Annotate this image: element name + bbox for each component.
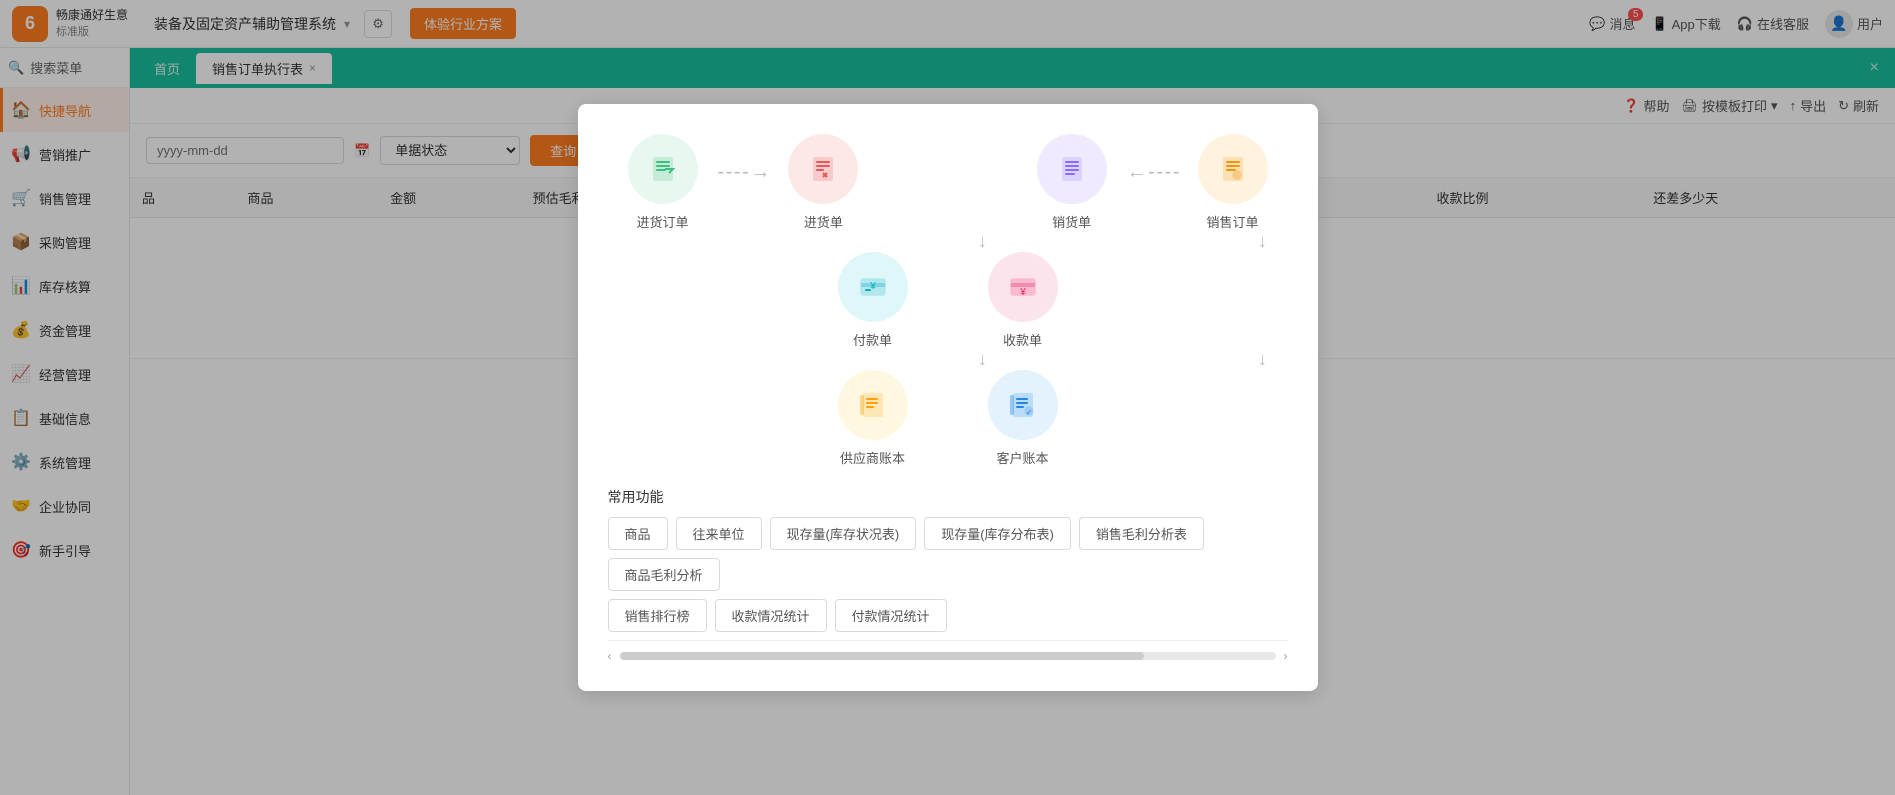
supplier-ledger-circle <box>838 370 908 440</box>
customer-ledger-label: 客户账本 <box>996 448 1048 467</box>
arrow-right-1: - - - - → <box>718 161 769 184</box>
flow-modal: 进货订单 - - - - → <box>578 104 1318 691</box>
sales-bill-circle <box>1037 134 1107 204</box>
scroll-left-arrow[interactable]: ‹ <box>608 649 612 663</box>
sales-bill-label: 销货单 <box>1052 212 1091 231</box>
modal-overlay[interactable]: 进货订单 - - - - → <box>0 0 1895 795</box>
flow-diagram: 进货订单 - - - - → <box>608 134 1288 467</box>
func-btn-sales-profit[interactable]: 销售毛利分析表 <box>1079 517 1204 550</box>
scrollbar-thumb <box>620 652 1145 660</box>
purchase-bill-label: 进货单 <box>804 212 843 231</box>
sales-order-circle <box>1198 134 1268 204</box>
flow-item-supplier-ledger[interactable]: 供应商账本 <box>838 370 908 467</box>
func-btn-sales-rank[interactable]: 销售排行榜 <box>608 599 707 632</box>
sales-order-label: 销售订单 <box>1206 212 1258 231</box>
modal-body: 进货订单 - - - - → <box>578 104 1318 691</box>
func-btn-product-profit[interactable]: 商品毛利分析 <box>608 558 720 591</box>
common-functions: 常用功能 商品 往来单位 现存量(库存状况表) 现存量(库存分布表) 销售毛利分… <box>608 487 1288 632</box>
svg-text:¥: ¥ <box>869 281 876 292</box>
func-grid: 商品 往来单位 现存量(库存状况表) 现存量(库存分布表) 销售毛利分析表 商品… <box>608 517 1288 591</box>
payment-circle: ¥ <box>838 252 908 322</box>
flow-item-payment[interactable]: ¥ 付款单 <box>838 252 908 349</box>
arrow-left-1: ← - - - - <box>1127 161 1178 184</box>
common-title: 常用功能 <box>608 487 1288 507</box>
func-grid-2: 销售排行榜 收款情况统计 付款情况统计 <box>608 599 1288 632</box>
flow-item-purchase-bill[interactable]: 进货单 <box>788 134 858 231</box>
payment-label: 付款单 <box>853 330 892 349</box>
func-btn-current-stock-dist[interactable]: 现存量(库存分布表) <box>924 517 1071 550</box>
svg-text:✓: ✓ <box>1025 408 1032 417</box>
flow-item-purchase-order[interactable]: 进货订单 <box>628 134 698 231</box>
flow-item-receipt[interactable]: ¥ 收款单 <box>988 252 1058 349</box>
func-btn-product[interactable]: 商品 <box>608 517 668 550</box>
supplier-ledger-label: 供应商账本 <box>840 448 905 467</box>
func-btn-payment-stat[interactable]: 付款情况统计 <box>835 599 947 632</box>
flow-item-sales-order[interactable]: 销售订单 <box>1198 134 1268 231</box>
customer-ledger-circle: ✓ <box>988 370 1058 440</box>
modal-scrollbar: ‹ › <box>608 640 1288 671</box>
purchase-bill-circle <box>788 134 858 204</box>
purchase-order-circle <box>628 134 698 204</box>
scroll-right-arrow[interactable]: › <box>1284 649 1288 663</box>
func-btn-receipt-stat[interactable]: 收款情况统计 <box>715 599 827 632</box>
scrollbar-track[interactable] <box>620 652 1276 660</box>
func-btn-current-stock-status[interactable]: 现存量(库存状况表) <box>770 517 917 550</box>
bottom-arrows: ↓ ↓ <box>608 349 1288 370</box>
purchase-order-label: 进货订单 <box>636 212 688 231</box>
receipt-circle: ¥ <box>988 252 1058 322</box>
func-btn-counterpart[interactable]: 往来单位 <box>676 517 762 550</box>
receipt-label: 收款单 <box>1003 330 1042 349</box>
middle-arrows: ↓ ↓ <box>608 231 1288 252</box>
flow-item-sales-bill[interactable]: 销货单 <box>1037 134 1107 231</box>
flow-item-customer-ledger[interactable]: ✓ 客户账本 <box>988 370 1058 467</box>
svg-text:¥: ¥ <box>1019 287 1026 298</box>
